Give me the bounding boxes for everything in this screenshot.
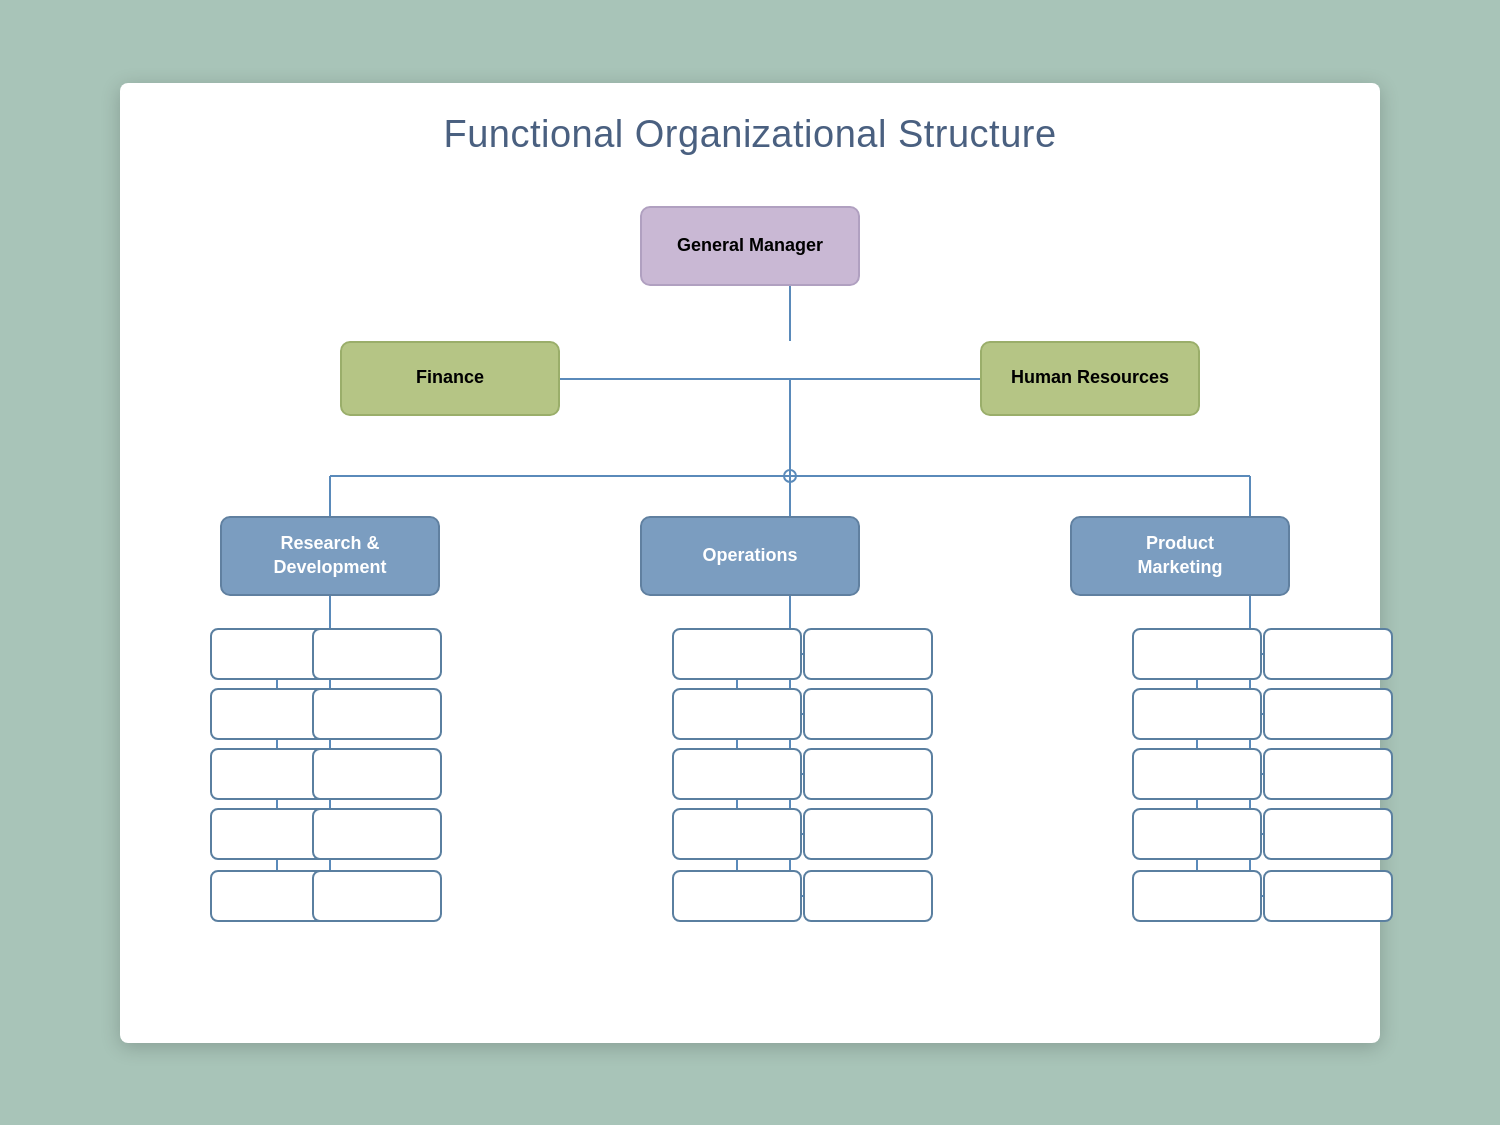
pm-sub-box-l3 [1132, 748, 1262, 800]
gm-box: General Manager [640, 206, 860, 286]
ops-sub-box-l1 [672, 628, 802, 680]
pm-sub-box-r2 [1263, 688, 1393, 740]
rd-sub-box-r5 [312, 870, 442, 922]
pm-sub-box-l4 [1132, 808, 1262, 860]
pm-sub-box-r4 [1263, 808, 1393, 860]
ops-sub-box-l3 [672, 748, 802, 800]
pm-sub-box-l2 [1132, 688, 1262, 740]
ops-sub-box-r1 [803, 628, 933, 680]
ops-sub-box-r4 [803, 808, 933, 860]
rd-sub-box-r1 [312, 628, 442, 680]
ops-sub-box-r3 [803, 748, 933, 800]
pm-sub-box-l5 [1132, 870, 1262, 922]
pm-sub-box-r3 [1263, 748, 1393, 800]
rd-sub-box-r3 [312, 748, 442, 800]
hr-box: Human Resources [980, 341, 1200, 416]
pm-sub-box-r1 [1263, 628, 1393, 680]
ops-sub-box-r2 [803, 688, 933, 740]
rd-sub-box-r4 [312, 808, 442, 860]
rd-box: Research &Development [220, 516, 440, 596]
pm-sub-box-l1 [1132, 628, 1262, 680]
org-chart: General Manager Finance Human Resources … [160, 186, 1340, 1023]
ops-box: Operations [640, 516, 860, 596]
pm-box: ProductMarketing [1070, 516, 1290, 596]
slide: Functional Organizational Structure [120, 83, 1380, 1043]
ops-sub-box-r5 [803, 870, 933, 922]
ops-sub-box-l4 [672, 808, 802, 860]
pm-sub-box-r5 [1263, 870, 1393, 922]
pm-label: ProductMarketing [1137, 532, 1222, 579]
ops-sub-box-l5 [672, 870, 802, 922]
rd-label: Research &Development [273, 532, 386, 579]
ops-sub-box-l2 [672, 688, 802, 740]
rd-sub-box-r2 [312, 688, 442, 740]
svg-point-10 [784, 470, 796, 482]
finance-box: Finance [340, 341, 560, 416]
slide-title: Functional Organizational Structure [443, 113, 1056, 156]
